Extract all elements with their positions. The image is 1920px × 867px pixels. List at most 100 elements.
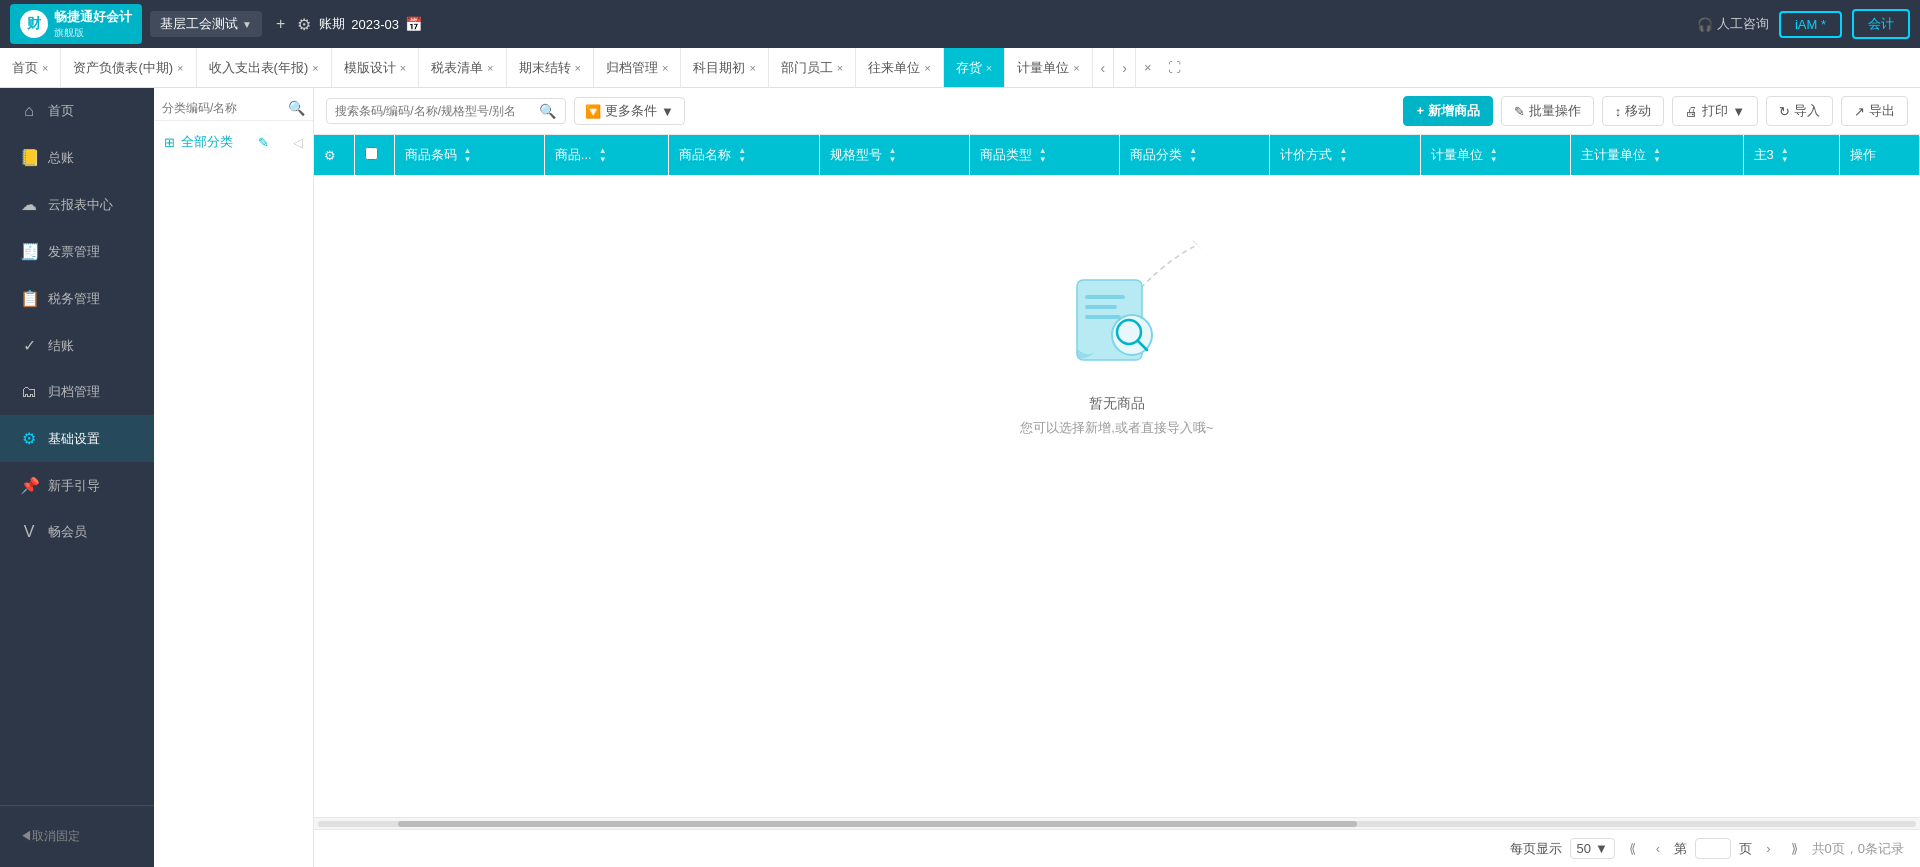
th-price-method[interactable]: 计价方式 ▲▼ (1270, 135, 1420, 175)
close-tab-partner[interactable]: × (924, 62, 930, 74)
more-filter-btn[interactable]: 🔽 更多条件 ▼ (574, 97, 685, 125)
unpin-btn[interactable]: ◀取消固定 (0, 818, 154, 855)
tab-period-end[interactable]: 期末结转 × (507, 48, 594, 88)
batch-operation-btn[interactable]: ✎ 批量操作 (1501, 96, 1594, 126)
category-collapse-icon[interactable]: ◁ (293, 135, 303, 150)
th-col3[interactable]: 主3 ▲▼ (1743, 135, 1839, 175)
barcode-sort[interactable]: ▲▼ (464, 147, 472, 164)
next-page-btn[interactable]: › (1760, 839, 1776, 858)
col-code-label: 商品... (555, 146, 592, 164)
sidebar-item-guide[interactable]: 📌 新手引导 (0, 462, 154, 509)
first-page-btn[interactable]: ⟪ (1623, 839, 1642, 858)
tab-template[interactable]: 模版设计 × (332, 48, 419, 88)
th-settings[interactable]: ⚙ (314, 135, 354, 175)
price-sort[interactable]: ▲▼ (1339, 147, 1347, 164)
account-button[interactable]: 会计 (1852, 9, 1910, 39)
logo-text: 畅捷通好会计 旗舰版 (54, 8, 132, 40)
add-workspace-btn[interactable]: + (276, 15, 285, 33)
close-tab-asset[interactable]: × (177, 62, 183, 74)
close-tab-archive[interactable]: × (662, 62, 668, 74)
tab-next-btn[interactable]: › (1114, 48, 1136, 88)
sidebar-item-archive[interactable]: 🗂 归档管理 (0, 369, 154, 415)
th-unit[interactable]: 计量单位 ▲▼ (1420, 135, 1570, 175)
tab-archive[interactable]: 归档管理 × (594, 48, 681, 88)
per-page-select[interactable]: 50 ▼ (1570, 838, 1615, 859)
close-tab-subjects[interactable]: × (749, 62, 755, 74)
import-btn[interactable]: ↻ 导入 (1766, 96, 1833, 126)
print-btn[interactable]: 🖨 打印 ▼ (1672, 96, 1758, 126)
scrollbar-track[interactable] (318, 821, 1916, 827)
sidebar-item-basic[interactable]: ⚙ 基础设置 (0, 415, 154, 462)
export-btn[interactable]: ↗ 导出 (1841, 96, 1908, 126)
tab-home[interactable]: 首页 × (0, 48, 61, 88)
category-search-input[interactable] (162, 101, 284, 115)
product-search-icon[interactable]: 🔍 (539, 103, 556, 119)
close-tab-income[interactable]: × (312, 62, 318, 74)
sidebar-item-home[interactable]: ⌂ 首页 (0, 88, 154, 134)
code-sort[interactable]: ▲▼ (599, 147, 607, 164)
th-name[interactable]: 商品名称 ▲▼ (669, 135, 819, 175)
tab-partner[interactable]: 往来单位 × (856, 48, 943, 88)
tab-department[interactable]: 部门员工 × (769, 48, 856, 88)
th-barcode[interactable]: 商品条码 ▲▼ (394, 135, 544, 175)
th-code[interactable]: 商品... ▲▼ (544, 135, 668, 175)
type-sort[interactable]: ▲▼ (1039, 147, 1047, 164)
close-tab-unit[interactable]: × (1073, 62, 1079, 74)
workspace-selector[interactable]: 基层工会测试 ▼ (150, 11, 262, 37)
tab-expand-btn[interactable]: ⛶ (1160, 48, 1189, 88)
category-edit-icon[interactable]: ✎ (258, 135, 269, 150)
category-sort[interactable]: ▲▼ (1189, 147, 1197, 164)
empty-title: 暂无商品 (1089, 395, 1145, 413)
tab-income[interactable]: 收入支出表(年报) × (197, 48, 332, 88)
sidebar-item-cloud-report[interactable]: ☁ 云报表中心 (0, 181, 154, 228)
category-all[interactable]: ⊞ 全部分类 (164, 129, 233, 155)
close-tab-tax[interactable]: × (487, 62, 493, 74)
sidebar-item-invoice[interactable]: 🧾 发票管理 (0, 228, 154, 275)
tab-subjects[interactable]: 科目期初 × (681, 48, 768, 88)
workspace-settings-btn[interactable]: ⚙ (297, 15, 311, 34)
search-toolbar: 🔍 🔽 更多条件 ▼ + 新增商品 ✎ 批量操作 ↕ (314, 88, 1920, 135)
tab-tax[interactable]: 税表清单 × (419, 48, 506, 88)
close-tab-period-end[interactable]: × (575, 62, 581, 74)
close-tab-template[interactable]: × (400, 62, 406, 74)
close-tab-home[interactable]: × (42, 62, 48, 74)
th-spec[interactable]: 规格型号 ▲▼ (819, 135, 969, 175)
prev-page-btn[interactable]: ‹ (1650, 839, 1666, 858)
per-page-arrow: ▼ (1595, 841, 1608, 856)
tab-asset[interactable]: 资产负债表(中期) × (61, 48, 196, 88)
scrollbar-thumb[interactable] (398, 821, 1357, 827)
last-page-btn[interactable]: ⟫ (1785, 839, 1804, 858)
move-btn[interactable]: ↕ 移动 (1602, 96, 1665, 126)
sidebar-item-checkout[interactable]: ✓ 结账 (0, 322, 154, 369)
main-unit-sort[interactable]: ▲▼ (1653, 147, 1661, 164)
calendar-icon[interactable]: 📅 (405, 16, 422, 32)
tab-prev-btn[interactable]: ‹ (1093, 48, 1115, 88)
category-search-icon[interactable]: 🔍 (288, 100, 305, 116)
th-category[interactable]: 商品分类 ▲▼ (1120, 135, 1270, 175)
th-checkbox[interactable] (354, 135, 394, 175)
iam-button[interactable]: iAM * (1779, 11, 1842, 38)
unit-sort[interactable]: ▲▼ (1490, 147, 1498, 164)
horizontal-scrollbar[interactable] (314, 817, 1920, 829)
close-tab-department[interactable]: × (837, 62, 843, 74)
col3-sort[interactable]: ▲▼ (1781, 147, 1789, 164)
name-sort[interactable]: ▲▼ (738, 147, 746, 164)
th-main-unit[interactable]: 主计量单位 ▲▼ (1571, 135, 1744, 175)
th-type[interactable]: 商品类型 ▲▼ (969, 135, 1119, 175)
close-tab-inventory[interactable]: × (986, 62, 992, 74)
tab-inventory[interactable]: 存货 × (944, 48, 1005, 88)
select-all-checkbox[interactable] (365, 147, 378, 160)
customer-service-btn[interactable]: 🎧 人工咨询 (1697, 15, 1769, 33)
tab-unit-label: 计量单位 (1017, 59, 1069, 77)
th-operation: 操作 (1839, 135, 1919, 175)
add-product-btn[interactable]: + 新增商品 (1403, 96, 1492, 126)
sidebar-item-ledger[interactable]: 📒 总账 (0, 134, 154, 181)
page-number-input[interactable]: 1 (1695, 838, 1731, 859)
sidebar-item-tax[interactable]: 📋 税务管理 (0, 275, 154, 322)
product-search-input[interactable] (335, 104, 535, 118)
sidebar-item-member[interactable]: V 畅会员 (0, 509, 154, 555)
tab-inventory-label: 存货 (956, 59, 982, 77)
tab-unit[interactable]: 计量单位 × (1005, 48, 1092, 88)
tab-close-all-btn[interactable]: × (1136, 48, 1160, 88)
spec-sort[interactable]: ▲▼ (889, 147, 897, 164)
